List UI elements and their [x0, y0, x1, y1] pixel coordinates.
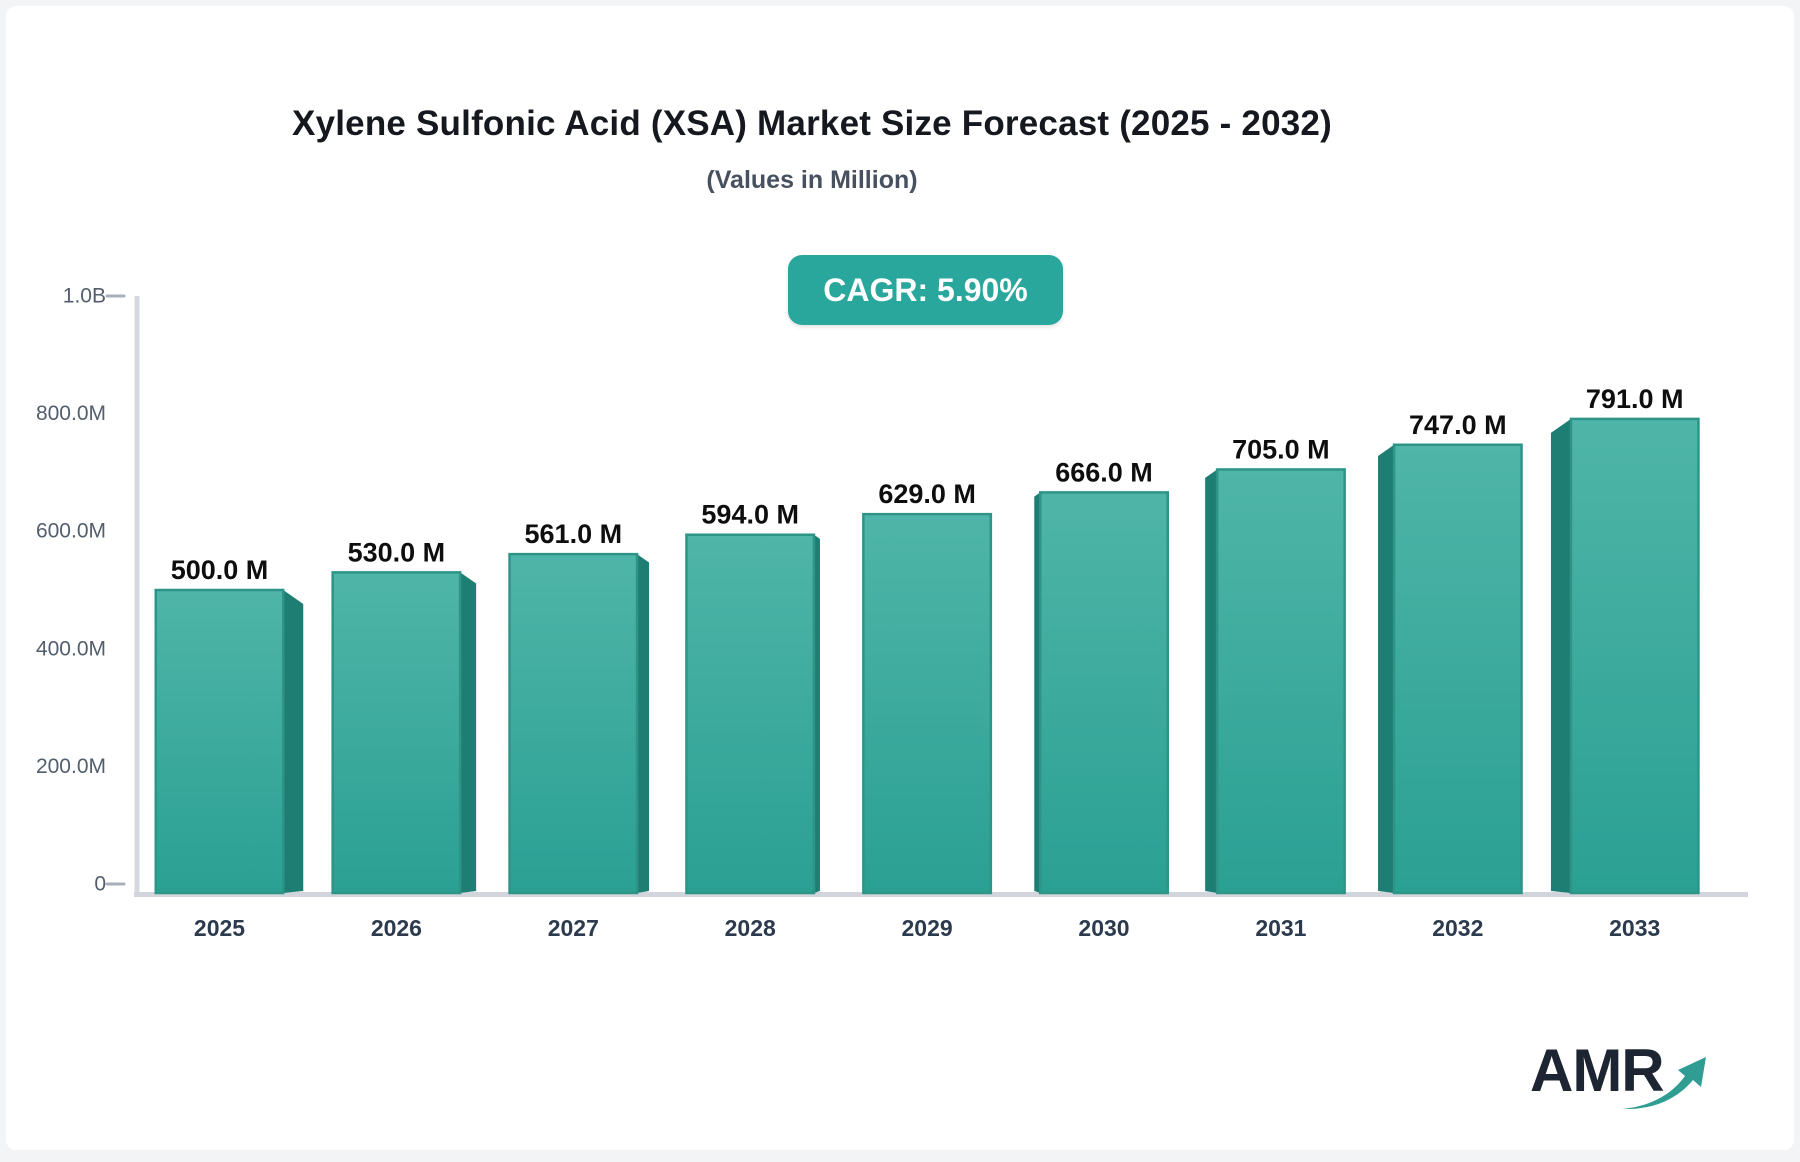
chart-card: Xylene Sulfonic Acid (XSA) Market Size F… — [6, 6, 1794, 1150]
bar-value-label: 594.0 M — [701, 500, 799, 530]
y-tick-label: 0 — [94, 873, 106, 896]
bar-side-face — [637, 554, 650, 893]
growth-arrow-icon — [1622, 1057, 1706, 1110]
bar-side-face — [460, 572, 477, 893]
y-tick-label: 600.0M — [36, 520, 106, 543]
bar-value-label: 747.0 M — [1409, 410, 1507, 440]
bar-front-face — [1569, 417, 1700, 895]
bar-front-face — [685, 533, 816, 895]
bar-front-face — [862, 512, 993, 895]
bar-value-label: 666.0 M — [1055, 457, 1153, 487]
bar-value-label: 561.0 M — [525, 519, 623, 549]
x-tick-label-2032: 2032 — [1432, 915, 1483, 941]
bar-2030[interactable]: 666.0 M 2030 — [1034, 457, 1169, 941]
x-tick-label-2031: 2031 — [1255, 915, 1306, 941]
bar-front-face — [1392, 443, 1523, 895]
x-tick-label-2026: 2026 — [371, 915, 422, 941]
bar-side-face — [1205, 469, 1218, 893]
bar-value-label: 500.0 M — [171, 555, 269, 585]
bar-chart: 1.0B 800.0M 600.0M 400.0M 200.0M 0 500.0 M 2025… — [36, 285, 1748, 941]
bar-value-label: 705.0 M — [1232, 434, 1330, 464]
y-tick-label: 800.0M — [36, 402, 106, 425]
x-tick-label-2025: 2025 — [194, 915, 245, 941]
bar-front-face — [331, 571, 462, 895]
y-tick-label: 400.0M — [36, 637, 106, 660]
bar-front-face — [1215, 468, 1346, 895]
bar-2033[interactable]: 791.0 M 2033 — [1550, 384, 1700, 941]
amr-logo: AMR — [1530, 1036, 1730, 1116]
bar-side-face — [1550, 418, 1571, 893]
bar-front-face — [1039, 491, 1169, 895]
bar-2031[interactable]: 705.0 M 2031 — [1205, 434, 1346, 941]
x-tick-label-2027: 2027 — [548, 915, 599, 941]
x-tick-label-2029: 2029 — [902, 915, 953, 941]
bar-side-face — [283, 590, 304, 893]
bar-2029[interactable]: 629.0 M 2029 — [862, 479, 993, 941]
bar-2027[interactable]: 561.0 M 2027 — [508, 519, 650, 941]
bar-value-label: 530.0 M — [348, 537, 446, 567]
bar-front-face — [154, 588, 285, 895]
bar-side-face — [1378, 444, 1395, 893]
bar-value-label: 791.0 M — [1586, 384, 1684, 414]
bar-front-face — [508, 552, 639, 895]
bar-2026[interactable]: 530.0 M 2026 — [331, 537, 477, 941]
y-tick-label: 200.0M — [36, 755, 106, 778]
bar-2025[interactable]: 500.0 M 2025 — [154, 555, 304, 941]
x-tick-label-2033: 2033 — [1609, 915, 1660, 941]
x-tick-label-2028: 2028 — [725, 915, 776, 941]
bar-2028[interactable]: 594.0 M 2028 — [685, 500, 820, 941]
y-tick-label: 1.0B — [63, 285, 106, 308]
x-tick-label-2030: 2030 — [1078, 915, 1129, 941]
bar-value-label: 629.0 M — [878, 479, 976, 509]
bar-2032[interactable]: 747.0 M 2032 — [1378, 410, 1523, 941]
